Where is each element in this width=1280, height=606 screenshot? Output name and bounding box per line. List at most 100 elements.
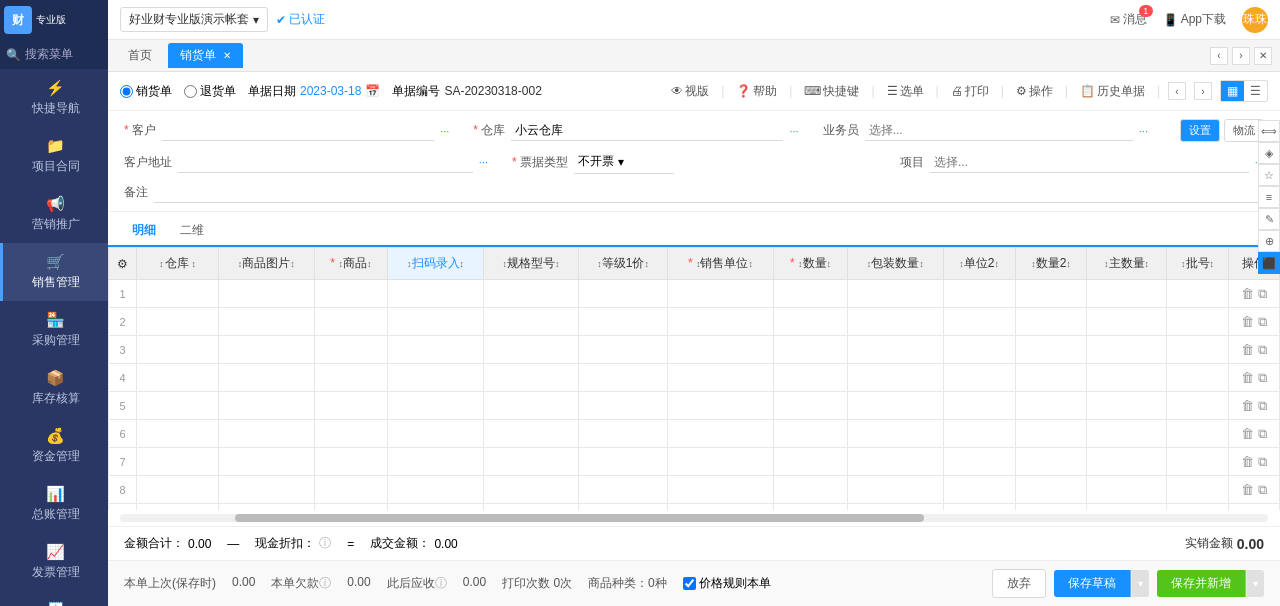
settings-button[interactable]: 设置 [1180, 119, 1220, 142]
row-spec[interactable] [483, 280, 579, 308]
price-rule-checkbox[interactable] [683, 577, 696, 590]
toolbar-shortcut-btn[interactable]: ⌨ 快捷键 [800, 81, 863, 102]
right-btn-5[interactable]: ✎ [1258, 208, 1280, 230]
row-qty[interactable] [774, 504, 848, 511]
radio-sales-input[interactable] [120, 85, 133, 98]
row-price1[interactable] [579, 280, 667, 308]
row-price1[interactable] [579, 364, 667, 392]
row-qty[interactable] [774, 336, 848, 364]
row-pack-qty[interactable] [847, 448, 943, 476]
row-product[interactable] [314, 420, 388, 448]
row-product-img[interactable] [218, 448, 314, 476]
abandon-button[interactable]: 放弃 [992, 569, 1046, 598]
row-warehouse[interactable] [137, 504, 219, 511]
ticket-select[interactable]: 不开票 ▾ [574, 150, 674, 174]
row-pack-qty[interactable] [847, 420, 943, 448]
row-qty2[interactable] [1015, 476, 1087, 504]
copy-icon[interactable]: ⧉ [1258, 426, 1267, 442]
row-product-img[interactable] [218, 308, 314, 336]
row-sales-unit[interactable] [667, 448, 774, 476]
address-input[interactable] [178, 152, 473, 173]
row-main-qty[interactable] [1087, 504, 1166, 511]
row-qty[interactable] [774, 308, 848, 336]
delete-icon[interactable]: 🗑 [1241, 370, 1254, 385]
col-spec[interactable]: ↕规格型号↕ [483, 248, 579, 280]
sidebar-item-funds[interactable]: 💰 资金管理 [0, 417, 108, 475]
user-menu[interactable]: 珠珠 [1242, 7, 1268, 33]
row-product[interactable] [314, 308, 388, 336]
sidebar-item-sales[interactable]: 🛒 销售管理 [0, 243, 108, 301]
row-spec[interactable] [483, 392, 579, 420]
row-product-img[interactable] [218, 476, 314, 504]
calendar-icon[interactable]: 📅 [365, 84, 380, 98]
row-pack-qty[interactable] [847, 308, 943, 336]
row-batch[interactable] [1166, 280, 1229, 308]
row-unit2[interactable] [943, 448, 1015, 476]
row-pack-qty[interactable] [847, 392, 943, 420]
tab-prev-btn[interactable]: ‹ [1210, 47, 1228, 65]
copy-icon[interactable]: ⧉ [1258, 482, 1267, 498]
delete-icon[interactable]: 🗑 [1241, 314, 1254, 329]
row-product-img[interactable] [218, 504, 314, 511]
row-batch[interactable] [1166, 308, 1229, 336]
row-warehouse[interactable] [137, 280, 219, 308]
row-qty2[interactable] [1015, 448, 1087, 476]
row-warehouse[interactable] [137, 336, 219, 364]
row-spec[interactable] [483, 364, 579, 392]
row-main-qty[interactable] [1087, 308, 1166, 336]
row-sales-unit[interactable] [667, 392, 774, 420]
row-qty2[interactable] [1015, 336, 1087, 364]
right-btn-7[interactable]: ⬛ [1258, 252, 1280, 274]
sidebar-item-accounting[interactable]: 📊 总账管理 [0, 475, 108, 533]
row-main-qty[interactable] [1087, 280, 1166, 308]
row-batch[interactable] [1166, 336, 1229, 364]
row-scan-input[interactable] [388, 504, 484, 511]
row-warehouse[interactable] [137, 364, 219, 392]
row-product[interactable] [314, 504, 388, 511]
agent-ellipsis-btn[interactable]: ··· [1139, 125, 1148, 137]
row-warehouse[interactable] [137, 308, 219, 336]
radio-return-order[interactable]: 退货单 [184, 83, 236, 100]
row-unit2[interactable] [943, 364, 1015, 392]
row-qty[interactable] [774, 448, 848, 476]
copy-icon[interactable]: ⧉ [1258, 370, 1267, 386]
row-product-img[interactable] [218, 392, 314, 420]
row-qty[interactable] [774, 364, 848, 392]
app-download-button[interactable]: 📱 App下载 [1163, 11, 1226, 28]
row-spec[interactable] [483, 420, 579, 448]
row-product[interactable] [314, 336, 388, 364]
right-btn-2[interactable]: ◈ [1258, 142, 1280, 164]
radio-sales-order[interactable]: 销货单 [120, 83, 172, 100]
col-batch[interactable]: ↕批号↕ [1166, 248, 1229, 280]
row-qty2[interactable] [1015, 392, 1087, 420]
tab-sales-order[interactable]: 销货单 ✕ [168, 43, 243, 68]
row-sales-unit[interactable] [667, 336, 774, 364]
company-selector[interactable]: 好业财专业版演示帐套 ▾ [120, 7, 268, 32]
sidebar-item-reports[interactable]: 📈 发票管理 [0, 533, 108, 591]
row-sales-unit[interactable] [667, 420, 774, 448]
save-new-button[interactable]: 保存并新增 [1157, 570, 1246, 597]
col-warehouse[interactable]: ↕仓库↕ [137, 248, 219, 280]
row-product[interactable] [314, 392, 388, 420]
row-scan-input[interactable] [388, 448, 484, 476]
row-product[interactable] [314, 280, 388, 308]
row-product-img[interactable] [218, 336, 314, 364]
toolbar-ops-btn[interactable]: ⚙ 操作 [1012, 81, 1057, 102]
toolbar-print-btn[interactable]: 🖨 打印 [947, 81, 993, 102]
row-unit2[interactable] [943, 336, 1015, 364]
sidebar-item-marketing[interactable]: 📢 营销推广 [0, 185, 108, 243]
row-spec[interactable] [483, 308, 579, 336]
sidebar-item-tax[interactable]: 🧾 税务管理 [0, 591, 108, 606]
row-main-qty[interactable] [1087, 364, 1166, 392]
row-warehouse[interactable] [137, 392, 219, 420]
tab-2d[interactable]: 二维 [168, 216, 216, 245]
grid-view-btn[interactable]: ▦ [1221, 81, 1244, 101]
row-batch[interactable] [1166, 476, 1229, 504]
list-view-btn[interactable]: ☰ [1244, 81, 1267, 101]
row-sales-unit[interactable] [667, 364, 774, 392]
row-spec[interactable] [483, 448, 579, 476]
row-price1[interactable] [579, 448, 667, 476]
row-product-img[interactable] [218, 364, 314, 392]
col-gear[interactable]: ⚙ [109, 248, 137, 280]
header-next-btn[interactable]: › [1194, 82, 1212, 100]
